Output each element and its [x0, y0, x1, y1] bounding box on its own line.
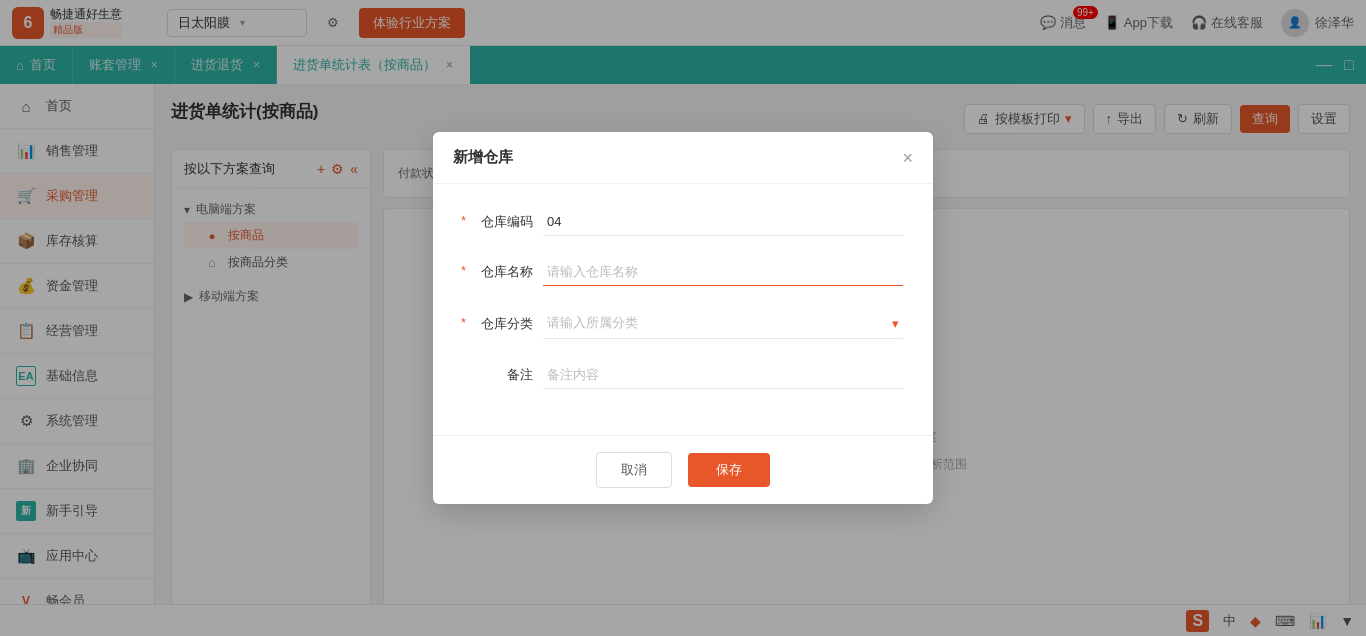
name-input[interactable] — [543, 258, 903, 286]
category-placeholder: 请输入所属分类 — [547, 314, 638, 332]
modal-header: 新增仓库 × — [433, 132, 933, 184]
form-row-name: 仓库名称 — [463, 258, 903, 286]
modal-footer: 取消 保存 — [433, 435, 933, 504]
form-row-category: 仓库分类 请输入所属分类 ▾ — [463, 308, 903, 339]
category-select[interactable]: 请输入所属分类 ▾ — [543, 308, 903, 339]
category-label: 仓库分类 — [463, 315, 543, 333]
cancel-button[interactable]: 取消 — [596, 452, 672, 488]
remark-input[interactable] — [543, 361, 903, 389]
form-row-remark: 备注 — [463, 361, 903, 389]
form-row-code: 仓库编码 — [463, 208, 903, 236]
code-label: 仓库编码 — [463, 213, 543, 231]
modal-close-button[interactable]: × — [902, 149, 913, 167]
code-input[interactable] — [543, 208, 903, 236]
name-label: 仓库名称 — [463, 263, 543, 281]
modal-body: 仓库编码 仓库名称 仓库分类 请输入所属分类 ▾ 备注 — [433, 184, 933, 435]
modal-overlay: 新增仓库 × 仓库编码 仓库名称 仓库分类 请输入所属分类 ▾ — [0, 0, 1366, 636]
category-arrow-icon: ▾ — [892, 316, 899, 331]
save-button[interactable]: 保存 — [688, 453, 770, 487]
modal-title: 新增仓库 — [453, 148, 513, 167]
add-warehouse-modal: 新增仓库 × 仓库编码 仓库名称 仓库分类 请输入所属分类 ▾ — [433, 132, 933, 504]
remark-label: 备注 — [463, 366, 543, 384]
